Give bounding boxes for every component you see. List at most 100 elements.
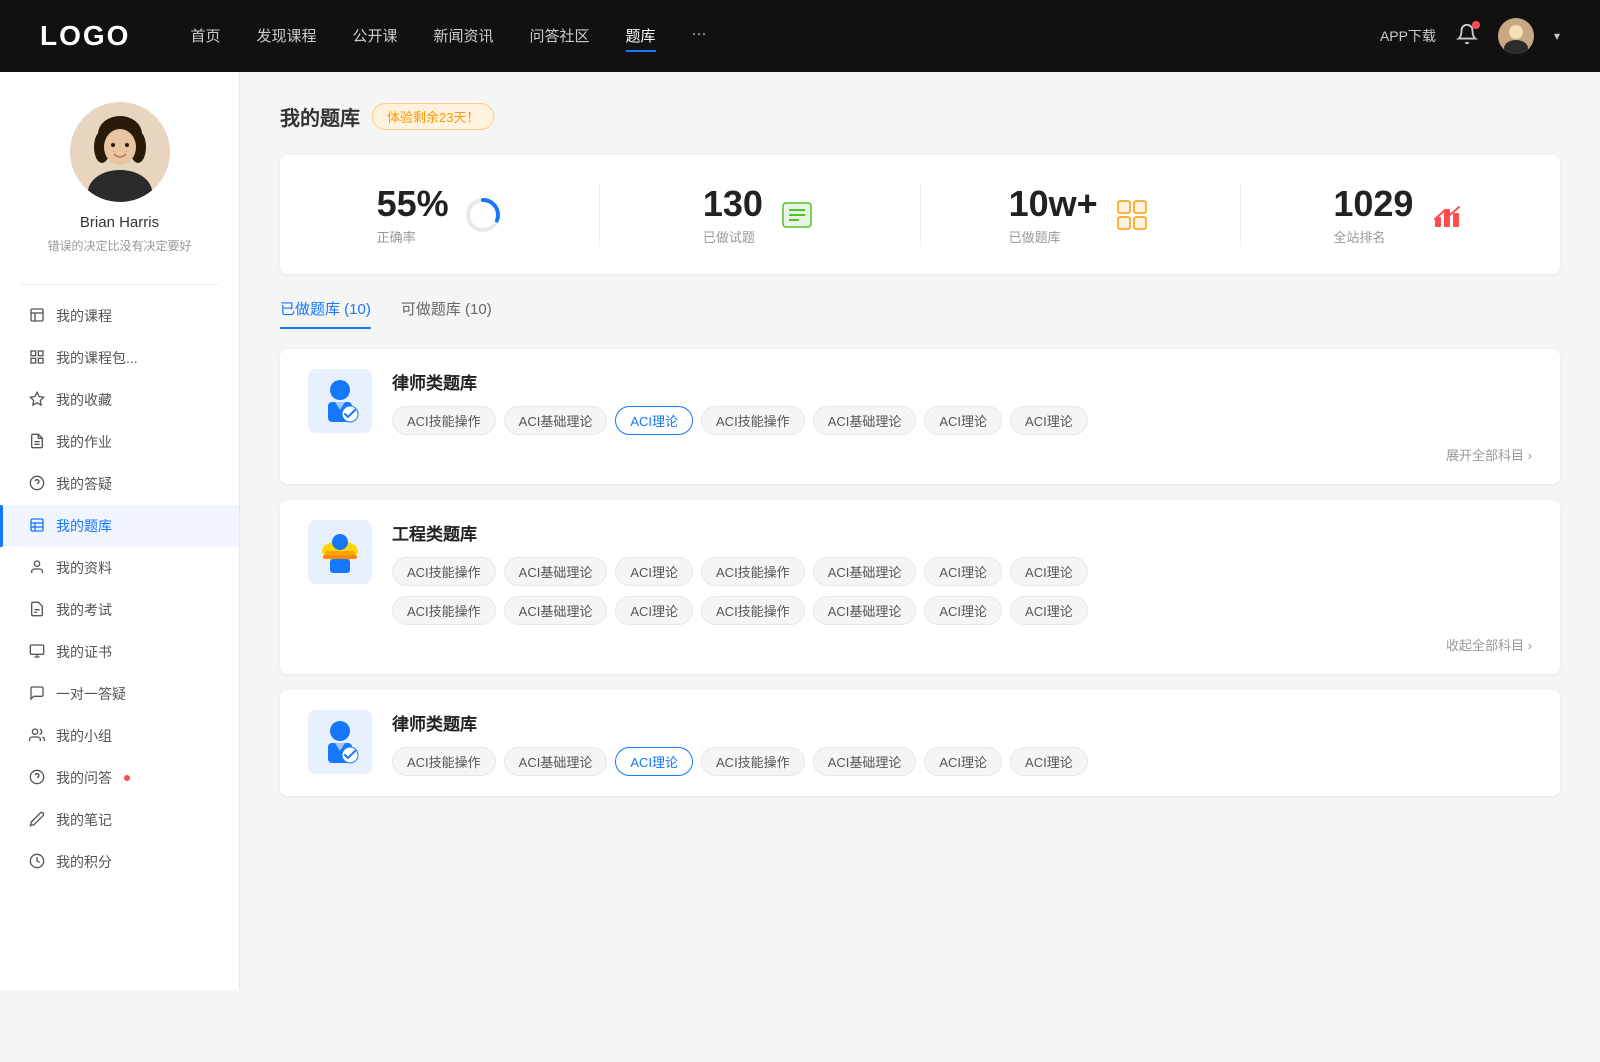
lawyer2-tag-2[interactable]: ACI基础理论	[504, 747, 608, 776]
page-header: 我的题库 体验剩余23天！	[280, 102, 1560, 131]
bank-card-lawyer-1: 律师类题库 ACI技能操作 ACI基础理论 ACI理论 ACI技能操作 ACI基…	[280, 349, 1560, 484]
lawyer-tag-7[interactable]: ACI理论	[1010, 406, 1088, 435]
lawyer-tag-4[interactable]: ACI技能操作	[701, 406, 805, 435]
nav-opencourse[interactable]: 公开课	[352, 21, 397, 52]
lawyer-tag-6[interactable]: ACI理论	[924, 406, 1002, 435]
nav-question-bank[interactable]: 题库	[626, 21, 656, 52]
page-title: 我的题库	[280, 102, 360, 131]
questions-label: 已做试题	[703, 227, 763, 246]
stat-questions: 130 已做试题	[600, 183, 920, 246]
eng-tag-6[interactable]: ACI理论	[924, 557, 1002, 586]
bank-card-lawyer-icon	[308, 369, 372, 433]
lawyer2-tag-6[interactable]: ACI理论	[924, 747, 1002, 776]
certificate-icon	[28, 643, 46, 662]
navbar-menu: 首页 发现课程 公开课 新闻资讯 问答社区 题库 ···	[190, 21, 1380, 52]
notes-icon	[28, 811, 46, 830]
eng-tag2-5[interactable]: ACI基础理论	[813, 596, 917, 625]
sidebar-item-questions[interactable]: 我的答疑	[0, 463, 239, 505]
bank-card-engineer: 工程类题库 ACI技能操作 ACI基础理论 ACI理论 ACI技能操作 ACI基…	[280, 500, 1560, 674]
eng-tag2-2[interactable]: ACI基础理论	[504, 596, 608, 625]
questions-icon	[28, 475, 46, 494]
eng-tag-2[interactable]: ACI基础理论	[504, 557, 608, 586]
tab-done[interactable]: 已做题库 (10)	[280, 298, 371, 329]
eng-tag2-1[interactable]: ACI技能操作	[392, 596, 496, 625]
ranking-icon	[1427, 195, 1467, 235]
notification-dot	[1472, 21, 1480, 29]
eng-tag2-3[interactable]: ACI理论	[615, 596, 693, 625]
sidebar-item-profile[interactable]: 我的资料	[0, 547, 239, 589]
sidebar-item-group[interactable]: 我的小组	[0, 715, 239, 757]
sidebar-profile: Brian Harris 错误的决定比没有决定要好	[0, 102, 239, 274]
sidebar-item-my-qa[interactable]: 我的问答	[0, 757, 239, 799]
lawyer2-card-title: 律师类题库	[392, 710, 1532, 735]
sidebar-item-homework[interactable]: 我的作业	[0, 421, 239, 463]
bank-card-lawyer-2-body: 律师类题库 ACI技能操作 ACI基础理论 ACI理论 ACI技能操作 ACI基…	[392, 710, 1532, 776]
nav-more[interactable]: ···	[692, 21, 707, 52]
stat-accuracy: 55% 正确率	[280, 183, 600, 246]
accuracy-label: 正确率	[377, 227, 449, 246]
stat-banks: 10w+ 已做题库	[921, 183, 1241, 246]
sidebar-item-notes[interactable]: 我的笔记	[0, 799, 239, 841]
accuracy-icon	[463, 195, 503, 235]
trial-badge: 体验剩余23天！	[372, 103, 494, 130]
sidebar-item-favorites[interactable]: 我的收藏	[0, 379, 239, 421]
qa-dot	[124, 775, 130, 781]
nav-discover[interactable]: 发现课程	[256, 21, 316, 52]
lawyer-tag-5[interactable]: ACI基础理论	[813, 406, 917, 435]
lawyer-tag-3[interactable]: ACI理论	[615, 406, 693, 435]
course-icon	[28, 307, 46, 326]
lawyer-tag-1[interactable]: ACI技能操作	[392, 406, 496, 435]
lawyer2-tag-1[interactable]: ACI技能操作	[392, 747, 496, 776]
bank-card-lawyer-2-icon	[308, 710, 372, 774]
bank-card-engineer-body: 工程类题库 ACI技能操作 ACI基础理论 ACI理论 ACI技能操作 ACI基…	[392, 520, 1532, 625]
homework-icon	[28, 433, 46, 452]
lawyer-card-expand[interactable]: 展开全部科目 ›	[308, 445, 1532, 464]
user-menu-chevron[interactable]: ▾	[1554, 29, 1560, 43]
sidebar-item-tutoring[interactable]: 一对一答疑	[0, 673, 239, 715]
bank-card-lawyer-body: 律师类题库 ACI技能操作 ACI基础理论 ACI理论 ACI技能操作 ACI基…	[392, 369, 1532, 435]
eng-tag-4[interactable]: ACI技能操作	[701, 557, 805, 586]
ranking-label: 全站排名	[1333, 227, 1413, 246]
engineer-card-expand[interactable]: 收起全部科目 ›	[308, 635, 1532, 654]
lawyer2-tag-7[interactable]: ACI理论	[1010, 747, 1088, 776]
lawyer-tag-2[interactable]: ACI基础理论	[504, 406, 608, 435]
user-name: Brian Harris	[20, 214, 219, 231]
sidebar-menu: 我的课程 我的课程包... 我的收藏 我的作业	[0, 295, 239, 883]
main-layout: Brian Harris 错误的决定比没有决定要好 我的课程 我的课程包...	[0, 72, 1600, 990]
profile-icon	[28, 559, 46, 578]
eng-tag-3[interactable]: ACI理论	[615, 557, 693, 586]
tab-available[interactable]: 可做题库 (10)	[401, 298, 492, 329]
questions-value: 130	[703, 183, 763, 225]
sidebar-item-course-pack[interactable]: 我的课程包...	[0, 337, 239, 379]
eng-tag2-7[interactable]: ACI理论	[1010, 596, 1088, 625]
stats-row: 55% 正确率 130 已做试题	[280, 155, 1560, 274]
sidebar-item-question-bank[interactable]: 我的题库	[0, 505, 239, 547]
notification-bell[interactable]	[1456, 23, 1478, 50]
sidebar-item-exam[interactable]: 我的考试	[0, 589, 239, 631]
app-download[interactable]: APP下载	[1380, 26, 1436, 46]
user-avatar[interactable]	[1498, 18, 1534, 54]
navbar-right: APP下载 ▾	[1380, 18, 1560, 54]
eng-tag-1[interactable]: ACI技能操作	[392, 557, 496, 586]
lawyer2-tag-4[interactable]: ACI技能操作	[701, 747, 805, 776]
nav-home[interactable]: 首页	[190, 21, 220, 52]
favorites-icon	[28, 391, 46, 410]
sidebar-item-certificate[interactable]: 我的证书	[0, 631, 239, 673]
bank-card-lawyer-2: 律师类题库 ACI技能操作 ACI基础理论 ACI理论 ACI技能操作 ACI基…	[280, 690, 1560, 796]
lawyer-card-tags: ACI技能操作 ACI基础理论 ACI理论 ACI技能操作 ACI基础理论 AC…	[392, 406, 1532, 435]
nav-qa[interactable]: 问答社区	[530, 21, 590, 52]
navbar: LOGO 首页 发现课程 公开课 新闻资讯 问答社区 题库 ··· APP下载 …	[0, 0, 1600, 72]
exam-icon	[28, 601, 46, 620]
eng-tag-5[interactable]: ACI基础理论	[813, 557, 917, 586]
nav-news[interactable]: 新闻资讯	[434, 21, 494, 52]
course-pack-icon	[28, 349, 46, 368]
user-motto: 错误的决定比没有决定要好	[20, 237, 219, 254]
eng-tag2-6[interactable]: ACI理论	[924, 596, 1002, 625]
sidebar-item-points[interactable]: 我的积分	[0, 841, 239, 883]
lawyer2-tag-3[interactable]: ACI理论	[615, 747, 693, 776]
lawyer2-tag-5[interactable]: ACI基础理论	[813, 747, 917, 776]
sidebar-item-course[interactable]: 我的课程	[0, 295, 239, 337]
eng-tag-7[interactable]: ACI理论	[1010, 557, 1088, 586]
eng-tag2-4[interactable]: ACI技能操作	[701, 596, 805, 625]
question-bank-icon	[28, 517, 46, 536]
